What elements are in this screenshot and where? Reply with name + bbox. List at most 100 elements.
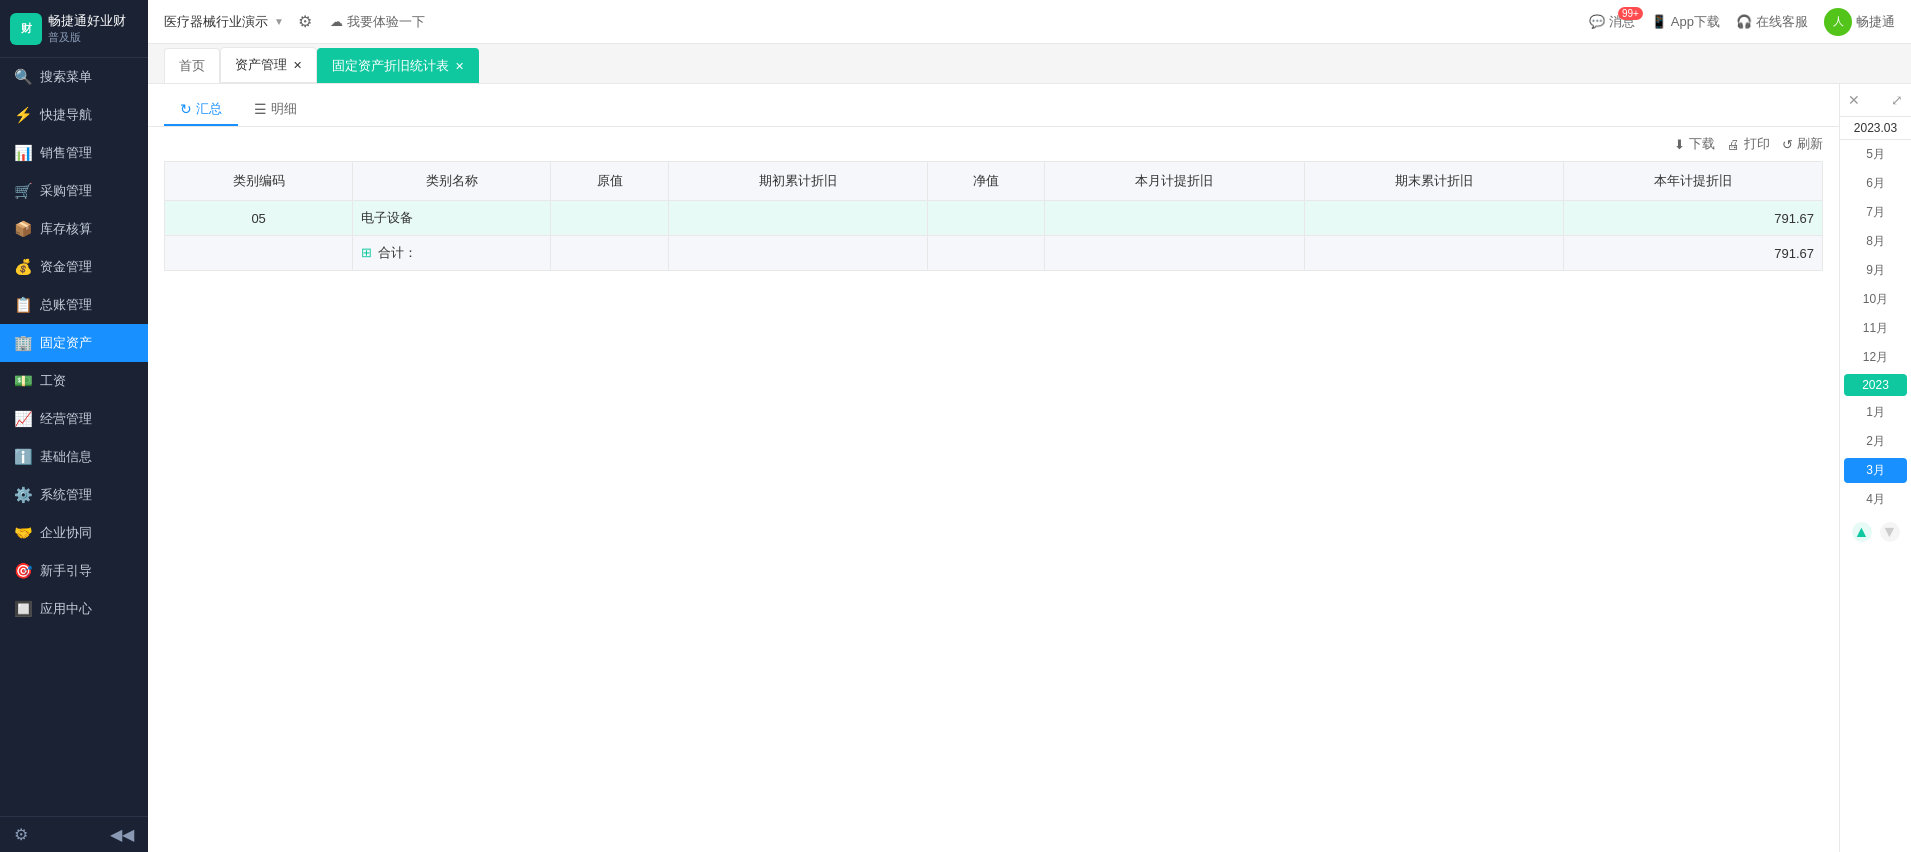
total-net-value <box>927 236 1044 271</box>
date-item-year-2023[interactable]: 2023 <box>1844 374 1907 396</box>
sidebar-item-sales[interactable]: 📊 销售管理 <box>0 134 148 172</box>
fixed-assets-icon: 🏢 <box>14 334 32 352</box>
sidebar-item-fixed-assets[interactable]: 🏢 固定资产 <box>0 324 148 362</box>
message-button[interactable]: 💬 消息 99+ <box>1589 13 1635 31</box>
company-name: 医疗器械行业演示 <box>164 13 268 31</box>
sidebar-item-enterprise[interactable]: 🤝 企业协同 <box>0 514 148 552</box>
tab-depreciation[interactable]: 固定资产折旧统计表 ✕ <box>317 48 479 83</box>
system-icon: ⚙️ <box>14 486 32 504</box>
date-panel-controls: ▲ ▼ <box>1840 514 1911 550</box>
avatar: 人 <box>1824 8 1852 36</box>
sidebar-item-ledger[interactable]: 📋 总账管理 <box>0 286 148 324</box>
company-selector[interactable]: 医疗器械行业演示 ▼ <box>164 13 284 31</box>
headset-icon: 🎧 <box>1736 14 1752 29</box>
table-toolbar: ⬇ 下载 🖨 打印 ↺ 刷新 <box>148 127 1839 161</box>
col-beginning-accum: 期初累计折旧 <box>668 162 927 201</box>
date-item-12m[interactable]: 12月 <box>1840 343 1911 372</box>
purchase-icon: 🛒 <box>14 182 32 200</box>
sidebar-item-payroll[interactable]: 💵 工资 <box>0 362 148 400</box>
depreciation-table-wrap: 类别编码 类别名称 原值 期初累计折旧 净值 本月计提折旧 期末累计折旧 本年计… <box>148 161 1839 852</box>
sidebar-item-search[interactable]: 🔍 搜索菜单 <box>0 58 148 96</box>
date-item-6m[interactable]: 6月 <box>1840 169 1911 198</box>
date-item-4m[interactable]: 4月 <box>1840 485 1911 514</box>
quick-nav-icon: ⚡ <box>14 106 32 124</box>
sub-tab-detail[interactable]: ☰ 明细 <box>238 94 313 126</box>
row-monthly-depr <box>1045 201 1304 236</box>
date-item-2m[interactable]: 2月 <box>1840 427 1911 456</box>
online-service-button[interactable]: 🎧 在线客服 <box>1736 13 1808 31</box>
user-profile[interactable]: 人 畅捷通 <box>1824 8 1895 36</box>
row-name: 电子设备 <box>353 201 551 236</box>
guide-icon: 🎯 <box>14 562 32 580</box>
date-item-1m[interactable]: 1月 <box>1840 398 1911 427</box>
refresh-icon: ↺ <box>1782 137 1793 152</box>
col-original: 原值 <box>551 162 668 201</box>
experience-button[interactable]: ☁ 我要体验一下 <box>330 13 425 31</box>
sidebar-item-app-center[interactable]: 🔲 应用中心 <box>0 590 148 628</box>
app-download-button[interactable]: 📱 App下载 <box>1651 13 1720 31</box>
refresh-button[interactable]: ↺ 刷新 <box>1782 135 1823 153</box>
sub-tab-summary[interactable]: ↻ 汇总 <box>164 94 238 126</box>
total-annual-depr: 791.67 <box>1563 236 1822 271</box>
total-expand-icon: ⊞ <box>361 245 372 260</box>
table-row: 05 电子设备 791.67 <box>165 201 1823 236</box>
sidebar-item-inventory[interactable]: 📦 库存核算 <box>0 210 148 248</box>
sub-tabs: ↻ 汇总 ☰ 明细 <box>148 84 1839 127</box>
tab-close-asset-manage[interactable]: ✕ <box>293 59 302 72</box>
date-item-5m[interactable]: 5月 <box>1840 140 1911 169</box>
print-icon: 🖨 <box>1727 137 1740 152</box>
sidebar-item-purchase[interactable]: 🛒 采购管理 <box>0 172 148 210</box>
tab-close-depreciation[interactable]: ✕ <box>455 60 464 73</box>
date-item-8m[interactable]: 8月 <box>1840 227 1911 256</box>
table-header-row: 类别编码 类别名称 原值 期初累计折旧 净值 本月计提折旧 期末累计折旧 本年计… <box>165 162 1823 201</box>
app-center-icon: 🔲 <box>14 600 32 618</box>
row-net-value <box>927 201 1044 236</box>
print-button[interactable]: 🖨 打印 <box>1727 135 1770 153</box>
content-area: ↻ 汇总 ☰ 明细 ⬇ 下载 🖨 打印 ↺ <box>148 84 1911 852</box>
depreciation-table: 类别编码 类别名称 原值 期初累计折旧 净值 本月计提折旧 期末累计折旧 本年计… <box>164 161 1823 271</box>
download-icon: ⬇ <box>1674 137 1685 152</box>
sidebar-item-guide[interactable]: 🎯 新手引导 <box>0 552 148 590</box>
sidebar-item-basic-info[interactable]: ℹ️ 基础信息 <box>0 438 148 476</box>
summary-icon: ↻ <box>180 101 192 117</box>
tab-asset-manage[interactable]: 资产管理 ✕ <box>220 47 317 83</box>
header-right: 💬 消息 99+ 📱 App下载 🎧 在线客服 人 畅捷通 <box>1589 8 1895 36</box>
date-next-icon[interactable]: ▼ <box>1880 522 1900 542</box>
sidebar-item-operations[interactable]: 📈 经营管理 <box>0 400 148 438</box>
sidebar-item-quick-nav[interactable]: ⚡ 快捷导航 <box>0 96 148 134</box>
row-annual-depr: 791.67 <box>1563 201 1822 236</box>
ledger-icon: 📋 <box>14 296 32 314</box>
col-code: 类别编码 <box>165 162 353 201</box>
date-item-3m[interactable]: 3月 <box>1844 458 1907 483</box>
row-beginning-accum <box>668 201 927 236</box>
date-panel-expand-icon[interactable]: ⤢ <box>1891 92 1903 108</box>
col-name: 类别名称 <box>353 162 551 201</box>
sales-icon: 📊 <box>14 144 32 162</box>
date-item-10m[interactable]: 10月 <box>1840 285 1911 314</box>
date-item-7m[interactable]: 7月 <box>1840 198 1911 227</box>
total-beginning-accum <box>668 236 927 271</box>
sidebar-nav: ⚡ 快捷导航 📊 销售管理 🛒 采购管理 📦 库存核算 💰 资金管理 📋 总账管… <box>0 96 148 816</box>
total-original <box>551 236 668 271</box>
row-original <box>551 201 668 236</box>
date-panel-close-icon[interactable]: ✕ <box>1848 92 1860 108</box>
total-monthly-depr <box>1045 236 1304 271</box>
date-item-9m[interactable]: 9月 <box>1840 256 1911 285</box>
tab-home[interactable]: 首页 <box>164 48 220 83</box>
settings-bottom-icon[interactable]: ⚙ <box>14 825 28 844</box>
total-empty-code <box>165 236 353 271</box>
sidebar-item-system[interactable]: ⚙️ 系统管理 <box>0 476 148 514</box>
download-button[interactable]: ⬇ 下载 <box>1674 135 1715 153</box>
row-code: 05 <box>165 201 353 236</box>
finance-icon: 💰 <box>14 258 32 276</box>
date-item-11m[interactable]: 11月 <box>1840 314 1911 343</box>
date-prev-icon[interactable]: ▲ <box>1852 522 1872 542</box>
tabs-bar: 首页 资产管理 ✕ 固定资产折旧统计表 ✕ <box>148 44 1911 84</box>
sidebar-item-finance[interactable]: 💰 资金管理 <box>0 248 148 286</box>
operations-icon: 📈 <box>14 410 32 428</box>
enterprise-icon: 🤝 <box>14 524 32 542</box>
date-panel: ✕ ⤢ 2023.03 5月 6月 7月 8月 9月 10月 11月 12月 2… <box>1839 84 1911 852</box>
collapse-icon[interactable]: ◀◀ <box>110 825 134 844</box>
header-settings-icon[interactable]: ⚙ <box>298 12 312 31</box>
total-ending-accum <box>1304 236 1563 271</box>
